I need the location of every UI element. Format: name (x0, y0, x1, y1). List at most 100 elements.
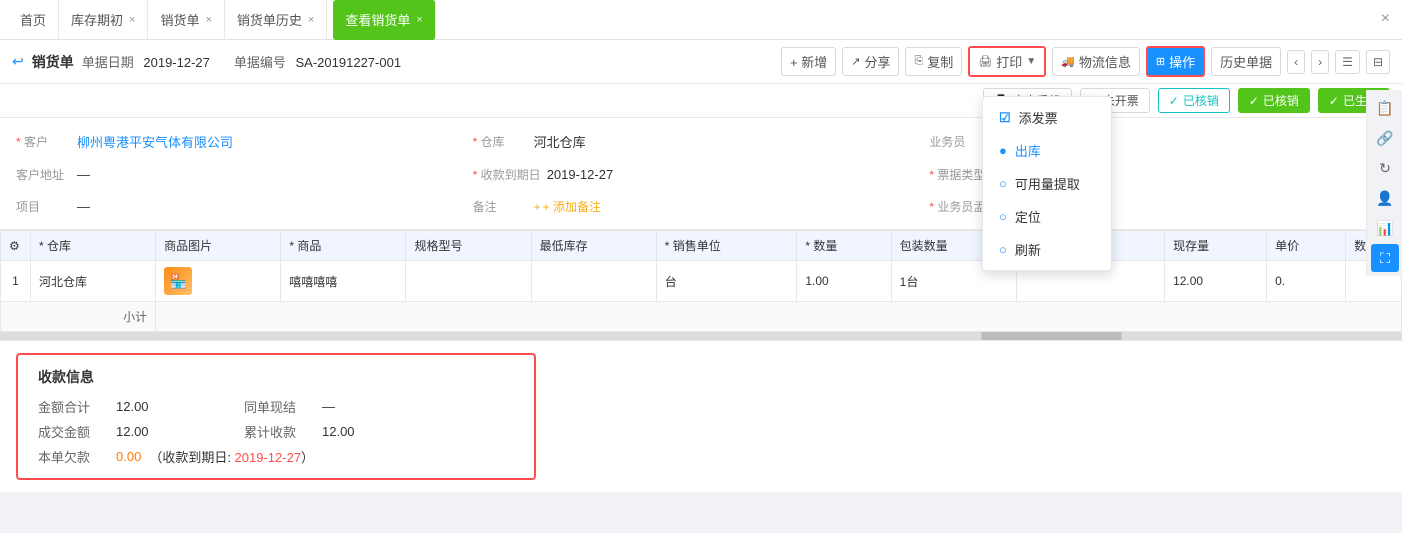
sidebar-icon-doc[interactable]: 📋 (1371, 94, 1399, 122)
col-min-stock: 最低库存 (531, 231, 656, 261)
share-button[interactable]: ↗ 分享 (842, 47, 899, 76)
sidebar-icon-fullscreen[interactable]: ⛶ (1371, 244, 1399, 272)
sidebar-icon-link[interactable]: 🔗 (1371, 124, 1399, 152)
window-close-button[interactable]: × (1381, 10, 1390, 28)
radio-icon-2: ○ (999, 209, 1007, 224)
dropdown-available-qty[interactable]: ○ 可用量提取 (983, 167, 1111, 200)
tab-sales-order-close[interactable]: × (205, 14, 211, 26)
project-row: 项目 — (16, 194, 473, 219)
tab-sales-order[interactable]: 销货单 × (148, 0, 224, 40)
history-button[interactable]: 历史单据 (1211, 47, 1281, 76)
remark-label: 备注 (473, 198, 528, 215)
current-owed-value: 0.00 (116, 449, 141, 464)
radio-icon-1: ○ (999, 176, 1007, 191)
deal-amount-value: 12.00 (116, 424, 149, 439)
ops-grid-icon: ⊞ (1156, 55, 1165, 68)
plus-icon: + (534, 200, 541, 214)
payment-grid: 金额合计 12.00 同单现结 — 成交金额 12.00 累计收款 12.00 … (38, 397, 514, 466)
staff-label: 业务员 (929, 133, 984, 150)
bottom-section: 收款信息 金额合计 12.00 同单现结 — 成交金额 12.00 累计收款 1… (0, 340, 1402, 492)
sales-staff-label: 业务员盂 (929, 198, 985, 215)
dropdown-add-invoice[interactable]: ☑ 添发票 (983, 101, 1111, 134)
col-qty: * 数量 (797, 231, 891, 261)
row-current-stock: 12.00 (1165, 261, 1267, 302)
sidebar-icon-refresh[interactable]: ↻ (1371, 154, 1399, 182)
col-settings[interactable]: ⚙ (1, 231, 31, 261)
tab-inventory-init-close[interactable]: × (129, 14, 135, 26)
tab-sales-history-close[interactable]: × (308, 14, 314, 26)
product-thumbnail: 🏪 (164, 267, 192, 295)
add-remark-button[interactable]: + + 添加备注 (534, 198, 601, 215)
tab-sales-history-label: 销货单历史 (237, 10, 302, 29)
tab-inventory-init[interactable]: 库存期初 × (59, 0, 148, 40)
warehouse-value: 河北仓库 (534, 132, 586, 151)
doc-icon: ↩ (12, 53, 24, 70)
same-order-row: 同单现结 — (244, 397, 444, 416)
current-owed-row: 本单欠款 0.00 （收款到期日: 2019-12-27） (38, 447, 444, 466)
ops-dropdown-menu: ☑ 添发票 ● 出库 ○ 可用量提取 ○ 定位 ○ 刷新 (982, 96, 1112, 271)
row-seq: 1 (1, 261, 31, 302)
grid-view-button[interactable]: ⊟ (1366, 50, 1390, 74)
customer-label: 客户 (16, 133, 71, 150)
dropdown-locate[interactable]: ○ 定位 (983, 200, 1111, 233)
print-dropdown-arrow[interactable]: ▼ (1026, 56, 1036, 67)
doc-no-label: 单据编号 SA-20191227-001 (234, 52, 401, 71)
tab-home[interactable]: 首页 (8, 0, 59, 40)
table-row: 1 河北仓库 🏪 嘻嘻嘻嘻 台 1.00 1台 12.00 0. (1, 261, 1402, 302)
checkbox-icon: ☑ (999, 110, 1011, 126)
tab-sales-history[interactable]: 销货单历史 × (225, 0, 327, 40)
copy-button[interactable]: ⎘ 复制 (905, 47, 962, 76)
tab-view-sales[interactable]: 查看销货单 × (333, 0, 435, 40)
address-label: 客户地址 (16, 166, 71, 183)
col-price: 单价 (1267, 231, 1346, 261)
table-scrollbar[interactable] (0, 332, 1402, 340)
subtotal-label: 小计 (1, 302, 156, 332)
row-product-name: 嘻嘻嘻嘻 (281, 261, 406, 302)
address-value: — (77, 167, 90, 182)
next-button[interactable]: › (1311, 50, 1329, 74)
tab-view-sales-close[interactable]: × (416, 14, 422, 26)
tab-view-sales-label: 查看销货单 (345, 10, 410, 29)
row-warehouse: 河北仓库 (31, 261, 156, 302)
due-date-value: 2019-12-27 (235, 450, 302, 465)
verified-button[interactable]: ✓ 已核销 (1158, 88, 1230, 113)
same-order-value: — (322, 399, 335, 414)
customer-value[interactable]: 柳州粤港平安气体有限公司 (77, 132, 233, 151)
list-view-button[interactable]: ☰ (1335, 50, 1360, 74)
payment-date-value: 2019-12-27 (547, 167, 614, 182)
total-amount-row: 金额合计 12.00 (38, 397, 238, 416)
print-icon: 🖨 (978, 55, 992, 68)
col-warehouse: * 仓库 (31, 231, 156, 261)
dropdown-outbound[interactable]: ● 出库 (983, 134, 1111, 167)
right-sidebar: 📋 🔗 ↻ 👤 📊 ⛶ (1366, 90, 1402, 276)
due-date-text: （收款到期日: 2019-12-27） (149, 447, 314, 466)
radio-selected-icon: ● (999, 143, 1007, 158)
deal-amount-label: 成交金额 (38, 422, 108, 441)
product-table: ⚙ * 仓库 商品图片 * 商品 规格型号 最低库存 * 销售单位 * 数量 包… (0, 230, 1402, 332)
tab-home-label: 首页 (20, 10, 46, 29)
doc-no-value: SA-20191227-001 (296, 55, 402, 70)
payment-date-row: 收款到期日 2019-12-27 (473, 161, 930, 188)
same-order-label: 同单现结 (244, 397, 314, 416)
new-button[interactable]: + 新增 (781, 47, 836, 76)
logistics-icon: 🚚 (1061, 55, 1075, 68)
dropdown-refresh[interactable]: ○ 刷新 (983, 233, 1111, 266)
warehouse-row: 仓库 河北仓库 (473, 128, 930, 155)
print-button[interactable]: 🖨 打印 ▼ (968, 46, 1046, 77)
ops-button[interactable]: ⊞ 操作 (1146, 46, 1205, 77)
cancelled-button[interactable]: ✓ 已核销 (1238, 88, 1310, 113)
copy-icon: ⎘ (914, 55, 923, 68)
remark-row: 备注 + + 添加备注 (473, 194, 930, 219)
row-qty: 1.00 (797, 261, 891, 302)
subtotal-values (156, 302, 1402, 332)
deal-amount-row: 成交金额 12.00 (38, 422, 238, 441)
logistics-button[interactable]: 🚚 物流信息 (1052, 47, 1140, 76)
sidebar-icon-chart[interactable]: 📊 (1371, 214, 1399, 242)
total-amount-value: 12.00 (116, 399, 149, 414)
payment-date-label: 收款到期日 (473, 166, 541, 183)
prev-button[interactable]: ‹ (1287, 50, 1305, 74)
sidebar-icon-user[interactable]: 👤 (1371, 184, 1399, 212)
form-area: 客户 柳州粤港平安气体有限公司 仓库 河北仓库 业务员 演示账号 客户地址 — … (0, 118, 1402, 230)
total-amount-label: 金额合计 (38, 397, 108, 416)
share-icon: ↗ (851, 55, 860, 68)
